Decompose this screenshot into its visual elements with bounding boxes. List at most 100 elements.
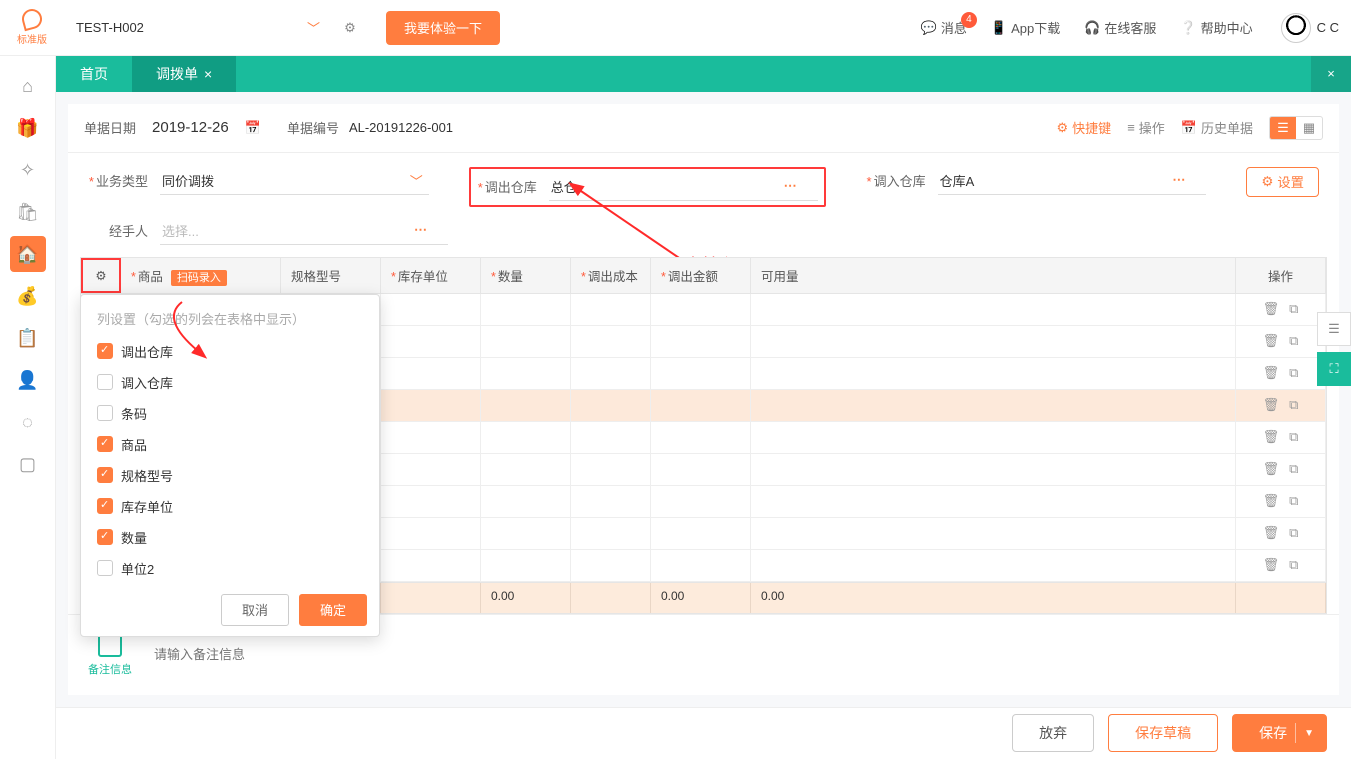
field-in-warehouse[interactable]: *调入仓库 仓库A⋯ — [866, 167, 1207, 195]
copy-icon[interactable]: ⧉ — [1289, 365, 1298, 381]
more-icon[interactable]: ⋯ — [414, 222, 428, 238]
field-biztype[interactable]: *业务类型 同价调拨 ﹀ — [88, 167, 429, 195]
float-expand-button[interactable]: ⛶ — [1317, 352, 1351, 386]
scan-button[interactable]: 扫码录入 — [171, 270, 227, 286]
delete-icon[interactable]: 🗑 — [1263, 429, 1280, 445]
tab-home[interactable]: 首页 — [56, 56, 132, 92]
header-settings-button[interactable]: ⚙ — [334, 12, 366, 44]
delete-icon[interactable]: 🗑 — [1263, 461, 1280, 477]
copy-icon[interactable]: ⧉ — [1289, 301, 1298, 317]
checkbox[interactable] — [97, 343, 113, 359]
colset-ok-button[interactable]: 确定 — [299, 594, 367, 626]
checkbox[interactable] — [97, 529, 113, 545]
doc-header: 单据日期 2019-12-26 📅 单据编号 AL-20191226-001 ⚙… — [68, 104, 1339, 153]
save-label: 保存 — [1259, 723, 1287, 743]
sidebar-item-contact[interactable]: 👤 — [10, 362, 46, 398]
checkbox[interactable] — [97, 560, 113, 576]
nav-app-download[interactable]: 📱 App下载 — [991, 18, 1060, 37]
copy-icon[interactable]: ⧉ — [1289, 429, 1298, 445]
form-settings-button[interactable]: ⚙设置 — [1246, 167, 1319, 197]
more-icon[interactable]: ⋯ — [1172, 172, 1186, 188]
checkbox[interactable] — [97, 436, 113, 452]
sidebar-item-money[interactable]: 💰 — [10, 278, 46, 314]
checkbox[interactable] — [97, 498, 113, 514]
sidebar-item-warehouse[interactable]: 🏠 — [10, 236, 46, 272]
tabs-close-all[interactable]: × — [1311, 56, 1351, 92]
float-note-button[interactable]: ☰ — [1317, 312, 1351, 346]
table-wrapper: ⚙ *商品扫码录入 规格型号 *库存单位 *数量 *调出成本 *调出金额 可用量… — [80, 257, 1327, 614]
field-handler[interactable]: 经手人 选择...⋯ — [88, 217, 448, 245]
sidebar-item-sync[interactable]: ◌ — [10, 404, 46, 440]
view-grid-icon[interactable]: ▦ — [1296, 117, 1322, 139]
delete-icon[interactable]: 🗑 — [1263, 365, 1280, 381]
username: C C — [1317, 20, 1339, 35]
tab-transfer[interactable]: 调拨单 × — [132, 56, 236, 92]
operate-link[interactable]: ≡操作 — [1127, 118, 1165, 137]
colset-item[interactable]: 数量 — [97, 522, 363, 553]
delete-icon[interactable]: 🗑 — [1263, 557, 1280, 573]
phone-icon: 📱 — [991, 20, 1007, 36]
settings-label: 设置 — [1277, 172, 1304, 191]
colset-item[interactable]: 单位2 — [97, 553, 363, 576]
nav-messages[interactable]: 💬 消息 4 — [921, 18, 967, 37]
field-out-warehouse[interactable]: *调出仓库 总仓⋯ — [469, 167, 826, 207]
sidebar-item-gift[interactable]: 🎁 — [10, 110, 46, 146]
save-button[interactable]: 保存▼ — [1232, 714, 1327, 752]
save-draft-button[interactable]: 保存草稿 — [1108, 714, 1218, 752]
tenant-selector[interactable]: TEST-H002 ﹀ — [68, 12, 328, 44]
copy-icon[interactable]: ⧉ — [1289, 557, 1298, 573]
copy-icon[interactable]: ⧉ — [1289, 333, 1298, 349]
colset-item[interactable]: 条码 — [97, 398, 363, 429]
checkbox[interactable] — [97, 405, 113, 421]
left-sidebar: ⌂ 🎁 ✧ 🛍 🏠 💰 📋 👤 ◌ ▢ — [0, 56, 56, 759]
logo-subtext: 标准版 — [17, 31, 47, 46]
col-cost: *调出成本 — [571, 258, 651, 293]
delete-icon[interactable]: 🗑 — [1263, 525, 1280, 541]
nav-support[interactable]: 🎧 在线客服 — [1084, 18, 1156, 37]
delete-icon[interactable]: 🗑 — [1263, 301, 1280, 317]
view-list-icon[interactable]: ☰ — [1270, 117, 1296, 139]
out-value: 总仓 — [551, 177, 577, 196]
nav-help[interactable]: ❔ 帮助中心 — [1180, 18, 1252, 37]
colset-item[interactable]: 商品 — [97, 429, 363, 460]
list-icon: ≡ — [1127, 120, 1135, 135]
date-value[interactable]: 2019-12-26 — [152, 119, 229, 136]
colset-item-label: 库存单位 — [121, 497, 173, 516]
gear-icon: ⚙ — [95, 268, 106, 283]
remark-input[interactable] — [148, 641, 1319, 668]
copy-icon[interactable]: ⧉ — [1289, 493, 1298, 509]
delete-icon[interactable]: 🗑 — [1263, 397, 1280, 413]
trial-button[interactable]: 我要体验一下 — [386, 11, 500, 45]
sidebar-item-bag[interactable]: 🛍 — [10, 194, 46, 230]
colset-item[interactable]: 调入仓库 — [97, 367, 363, 398]
discard-button[interactable]: 放弃 — [1012, 714, 1094, 752]
col-unit-label: 库存单位 — [398, 270, 448, 284]
copy-icon[interactable]: ⧉ — [1289, 525, 1298, 541]
sidebar-item-clipboard[interactable]: 📋 — [10, 320, 46, 356]
colset-item[interactable]: 规格型号 — [97, 460, 363, 491]
avatar[interactable] — [1281, 13, 1311, 43]
colset-item[interactable]: 调出仓库 — [97, 336, 363, 367]
delete-icon[interactable]: 🗑 — [1263, 493, 1280, 509]
sidebar-item-new[interactable]: ▢ — [10, 446, 46, 482]
copy-icon[interactable]: ⧉ — [1289, 397, 1298, 413]
colset-list[interactable]: 调出仓库调入仓库条码商品规格型号库存单位数量单位2 — [81, 336, 379, 576]
more-icon[interactable]: ⋯ — [784, 178, 798, 194]
shortcut-link[interactable]: ⚙快捷键 — [1057, 118, 1112, 137]
gear-icon: ⚙ — [1261, 174, 1273, 190]
colset-item-label: 条码 — [121, 404, 147, 423]
checkbox[interactable] — [97, 467, 113, 483]
sidebar-item-home[interactable]: ⌂ — [10, 68, 46, 104]
tab-close-icon[interactable]: × — [204, 66, 212, 82]
colset-item[interactable]: 库存单位 — [97, 491, 363, 522]
sidebar-item-tag[interactable]: ✧ — [10, 152, 46, 188]
colset-cancel-button[interactable]: 取消 — [221, 594, 289, 626]
nav-app-label: App下载 — [1011, 18, 1060, 37]
delete-icon[interactable]: 🗑 — [1263, 333, 1280, 349]
copy-icon[interactable]: ⧉ — [1289, 461, 1298, 477]
checkbox[interactable] — [97, 374, 113, 390]
history-link[interactable]: 📅历史单据 — [1181, 118, 1253, 137]
tenant-name: TEST-H002 — [76, 20, 144, 35]
calendar-icon[interactable]: 📅 — [245, 120, 261, 136]
column-settings-button[interactable]: ⚙ — [81, 258, 121, 293]
